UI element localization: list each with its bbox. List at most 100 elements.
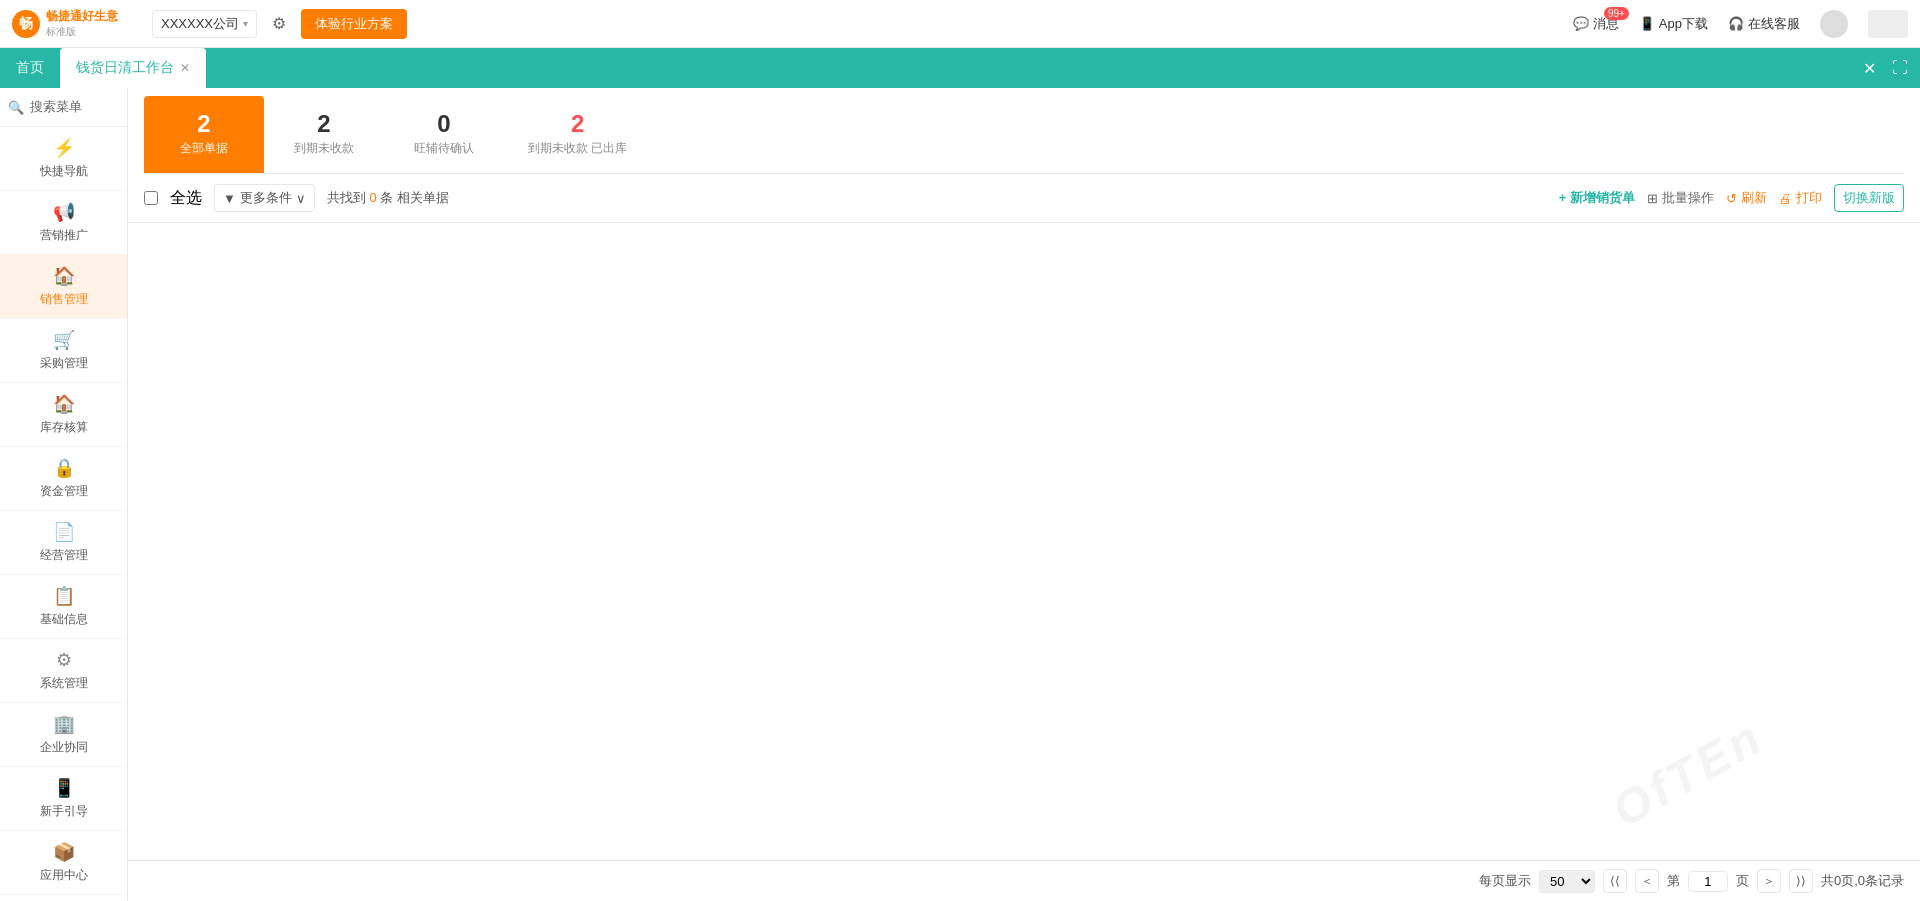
stat-label-all: 全部单据 <box>180 140 228 157</box>
sidebar-item-label: 经营管理 <box>40 547 88 564</box>
capital-icon: 🔒 <box>53 457 75 479</box>
search-icon: 🔍 <box>8 100 24 115</box>
sidebar-item-label: 采购管理 <box>40 355 88 372</box>
sidebar-item-label: 销售管理 <box>40 291 88 308</box>
sidebar-item-label: 营销推广 <box>40 227 88 244</box>
expand-icon[interactable]: ⛶ <box>1888 59 1912 78</box>
messages-badge: 99+ <box>1604 7 1629 20</box>
prev-page-button[interactable]: ＜ <box>1635 869 1659 893</box>
found-suffix: 条 <box>380 190 393 205</box>
sidebar-item-operations[interactable]: 📄 经营管理 <box>0 511 127 575</box>
service-icon: 🎧 <box>1728 16 1744 31</box>
close-window-icon[interactable]: ✕ <box>1859 59 1880 78</box>
sidebar-item-label: 企业协同 <box>40 739 88 756</box>
sidebar-item-quick-nav[interactable]: ⚡ 快捷导航 <box>0 127 127 191</box>
logo-area: 畅 畅捷通好生意 标准版 <box>12 9 140 38</box>
batch-label: 批量操作 <box>1662 189 1714 207</box>
sidebar-item-label: 应用中心 <box>40 867 88 884</box>
sidebar-item-app-center[interactable]: 📦 应用中心 <box>0 831 127 895</box>
stat-label-overdue: 到期未收款 <box>294 140 354 157</box>
toolbar-right: + 新增销货单 ⊞ 批量操作 ↺ 刷新 🖨 打印 切换新版 <box>1559 184 1904 212</box>
trial-button[interactable]: 体验行业方案 <box>301 9 407 39</box>
header-right: 💬 消息 99+ 📱 App下载 🎧 在线客服 <box>1573 10 1908 38</box>
app-download-label: App下载 <box>1659 15 1708 33</box>
company-name: XXXXXX公司 <box>161 15 239 33</box>
stat-card-overdue[interactable]: 2 到期未收款 <box>264 96 384 173</box>
refresh-icon: ↺ <box>1726 191 1737 206</box>
online-service-button[interactable]: 🎧 在线客服 <box>1728 15 1800 33</box>
stat-card-pending[interactable]: 0 旺辅待确认 <box>384 96 504 173</box>
sidebar-item-enterprise[interactable]: 🏢 企业协同 <box>0 703 127 767</box>
user-menu[interactable] <box>1868 10 1908 38</box>
tab-workbench[interactable]: 钱货日清工作台 ✕ <box>60 48 206 88</box>
tab-home-label: 首页 <box>16 59 44 77</box>
sidebar-item-wecom[interactable]: 💬 企业微信 <box>0 895 127 901</box>
stat-label-unshipped: 到期未收款 已出库 <box>528 140 627 157</box>
content-area: 2 全部单据 2 到期未收款 0 旺辅待确认 2 到期未收款 已出库 <box>128 88 1920 901</box>
messages-button[interactable]: 💬 消息 99+ <box>1573 15 1619 33</box>
system-icon: ⚙ <box>56 649 72 671</box>
tab-controls: ✕ ⛶ <box>1859 59 1920 78</box>
select-all-label: 全选 <box>170 188 202 209</box>
next-page-button[interactable]: ＞ <box>1757 869 1781 893</box>
sales-icon: 🏠 <box>53 265 75 287</box>
sidebar-item-basic-info[interactable]: 📋 基础信息 <box>0 575 127 639</box>
sidebar-item-label: 新手引导 <box>40 803 88 820</box>
per-page-select[interactable]: 50 100 200 <box>1539 870 1595 893</box>
page-input[interactable] <box>1688 871 1728 892</box>
enterprise-icon: 🏢 <box>53 713 75 735</box>
more-conditions-button[interactable]: ▼ 更多条件 ∨ <box>214 184 315 212</box>
sidebar-item-label: 基础信息 <box>40 611 88 628</box>
first-page-button[interactable]: ⟨⟨ <box>1603 869 1627 893</box>
marketing-icon: 📢 <box>53 201 75 223</box>
stat-card-unshipped[interactable]: 2 到期未收款 已出库 <box>504 96 651 173</box>
tab-home[interactable]: 首页 <box>0 48 60 88</box>
app-center-icon: 📦 <box>53 841 75 863</box>
add-sales-order-button[interactable]: + 新增销货单 <box>1559 189 1635 207</box>
stats-wrapper: 2 全部单据 2 到期未收款 0 旺辅待确认 2 到期未收款 已出库 <box>128 88 1920 174</box>
total-records: 共0页,0条记录 <box>1821 872 1904 890</box>
sidebar-item-label: 资金管理 <box>40 483 88 500</box>
sidebar-item-guide[interactable]: 📱 新手引导 <box>0 767 127 831</box>
filter-icon: ▼ <box>223 191 236 206</box>
table-area <box>128 223 1920 860</box>
stat-num-unshipped: 2 <box>571 110 584 138</box>
page-suffix: 页 <box>1736 872 1749 890</box>
tab-workbench-label: 钱货日清工作台 <box>76 59 174 77</box>
sidebar-item-capital[interactable]: 🔒 资金管理 <box>0 447 127 511</box>
app-download-button[interactable]: 📱 App下载 <box>1639 15 1708 33</box>
close-tab-icon[interactable]: ✕ <box>180 61 190 75</box>
logo-icon: 畅 <box>12 10 40 38</box>
print-button[interactable]: 🖨 打印 <box>1779 189 1822 207</box>
company-selector[interactable]: XXXXXX公司 ▾ <box>152 10 257 38</box>
gear-icon: ⚙ <box>272 14 286 33</box>
sidebar-item-system[interactable]: ⚙ 系统管理 <box>0 639 127 703</box>
operations-icon: 📄 <box>53 521 75 543</box>
sidebar-item-marketing[interactable]: 📢 营销推广 <box>0 191 127 255</box>
chevron-down-icon: ∨ <box>296 191 306 206</box>
found-count: 0 <box>370 190 377 205</box>
batch-operations-button[interactable]: ⊞ 批量操作 <box>1647 189 1714 207</box>
sidebar-item-purchase[interactable]: 🛒 采购管理 <box>0 319 127 383</box>
purchase-icon: 🛒 <box>53 329 75 351</box>
print-label: 打印 <box>1796 189 1822 207</box>
avatar[interactable] <box>1820 10 1848 38</box>
more-conditions-label: 更多条件 <box>240 189 292 207</box>
sidebar-item-sales[interactable]: 🏠 销售管理 <box>0 255 127 319</box>
page-label: 第 <box>1667 872 1680 890</box>
pagination: 每页显示 50 100 200 ⟨⟨ ＜ 第 页 ＞ ⟩⟩ 共0页,0条记录 <box>128 860 1920 901</box>
select-all-checkbox[interactable] <box>144 191 158 205</box>
search-menu-button[interactable]: 🔍 搜索菜单 <box>0 88 127 127</box>
stat-num-pending: 0 <box>437 110 450 138</box>
found-text: 共找到 0 条 相关单据 <box>327 189 449 207</box>
last-page-button[interactable]: ⟩⟩ <box>1789 869 1813 893</box>
refresh-button[interactable]: ↺ 刷新 <box>1726 189 1767 207</box>
sidebar-item-inventory[interactable]: 🏠 库存核算 <box>0 383 127 447</box>
batch-icon: ⊞ <box>1647 191 1658 206</box>
inventory-icon: 🏠 <box>53 393 75 415</box>
stat-card-all[interactable]: 2 全部单据 <box>144 96 264 173</box>
stats-row: 2 全部单据 2 到期未收款 0 旺辅待确认 2 到期未收款 已出库 <box>144 96 1904 174</box>
settings-button[interactable]: ⚙ <box>265 10 293 38</box>
switch-version-button[interactable]: 切换新版 <box>1834 184 1904 212</box>
basic-info-icon: 📋 <box>53 585 75 607</box>
